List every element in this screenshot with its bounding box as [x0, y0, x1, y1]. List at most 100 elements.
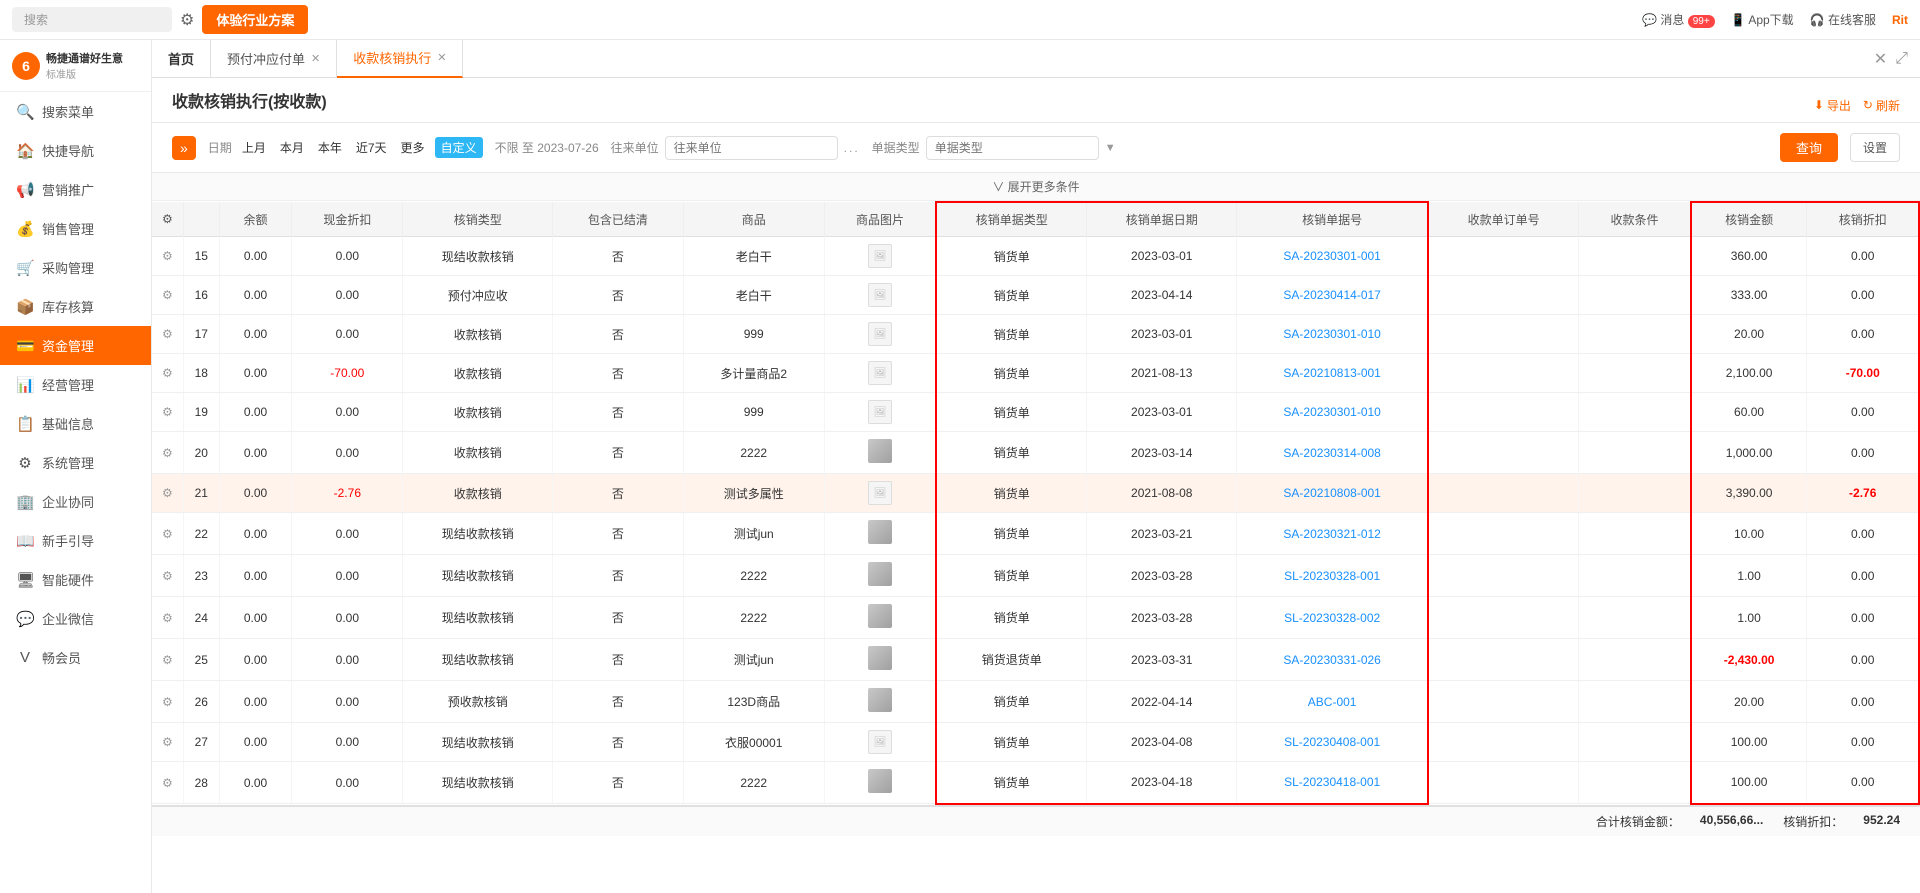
cell-no: 15 [183, 237, 219, 276]
cell-gear[interactable]: ⚙ [152, 597, 183, 639]
cell-bill-date: 2023-03-21 [1087, 513, 1237, 555]
service-link[interactable]: 🎧 在线客服 [1810, 11, 1876, 28]
cell-product: 老白干 [683, 276, 824, 315]
export-button[interactable]: ⬇ 导出 [1814, 97, 1851, 114]
cell-bill-type: 销货单 [936, 681, 1087, 723]
cell-gear[interactable]: ⚙ [152, 555, 183, 597]
cell-bill-type: 销货单 [936, 276, 1087, 315]
sidebar-item-system[interactable]: ⚙ 系统管理 [0, 443, 151, 482]
date-7days[interactable]: 近7天 [352, 137, 391, 158]
sidebar-item-finance[interactable]: 💳 资金管理 [0, 326, 151, 365]
cell-include-settled: 否 [553, 555, 683, 597]
sidebar-item-hardware[interactable]: 🖥 智能硬件 [0, 560, 151, 599]
cell-bill-type: 销货单 [936, 597, 1087, 639]
message-link[interactable]: 💬 消息 99+ [1642, 11, 1715, 28]
sidebar-item-sales[interactable]: 💰 销售管理 [0, 209, 151, 248]
tab-collection-close[interactable]: ✕ [437, 51, 446, 64]
tab-prepay-close[interactable]: ✕ [311, 52, 320, 65]
sidebar-item-corp[interactable]: 🏢 企业协同 [0, 482, 151, 521]
app-icon: 📱 [1731, 13, 1746, 27]
tab-close-all-icon[interactable]: ✕ [1874, 49, 1887, 69]
query-button[interactable]: 查询 [1780, 133, 1838, 162]
col-write-off-type: 核销类型 [403, 202, 553, 237]
cell-gear[interactable]: ⚙ [152, 639, 183, 681]
basic-icon: 📋 [16, 415, 34, 433]
sidebar-item-business[interactable]: 📊 经营管理 [0, 365, 151, 404]
cell-gear[interactable]: ⚙ [152, 276, 183, 315]
cell-bill-date: 2023-03-31 [1087, 639, 1237, 681]
sidebar-item-guide[interactable]: 📖 新手引导 [0, 521, 151, 560]
cell-gear[interactable]: ⚙ [152, 237, 183, 276]
cell-bill-no: SL-20230328-001 [1237, 555, 1429, 597]
sidebar-item-search[interactable]: 🔍 搜索菜单 [0, 92, 151, 131]
cell-gear[interactable]: ⚙ [152, 513, 183, 555]
cell-gear[interactable]: ⚙ [152, 681, 183, 723]
sidebar-label: 经营管理 [42, 375, 94, 394]
cell-product: 老白干 [683, 237, 824, 276]
cell-bill-type: 销货单 [936, 393, 1087, 432]
export-icon: ⬇ [1814, 98, 1824, 112]
cell-gear[interactable]: ⚙ [152, 432, 183, 474]
cell-gear[interactable]: ⚙ [152, 762, 183, 804]
cell-write-off-type: 收款核销 [403, 474, 553, 513]
sidebar-item-quick[interactable]: 🏠 快捷导航 [0, 131, 151, 170]
main-table: ⚙ 余额 现金折扣 核销类型 包含已结清 商品 商品图片 核销单据类型 核销单据… [152, 201, 1920, 805]
date-custom-button[interactable]: 自定义 [435, 137, 483, 158]
cell-cash-discount: -2.76 [292, 474, 403, 513]
col-gear[interactable]: ⚙ [152, 202, 183, 237]
cell-gear[interactable]: ⚙ [152, 474, 183, 513]
sidebar-label: 快捷导航 [42, 141, 94, 160]
expand-more-bar[interactable]: ∨ 展开更多条件 [152, 173, 1920, 201]
cell-gear[interactable]: ⚙ [152, 723, 183, 762]
cell-product: 999 [683, 393, 824, 432]
sidebar-label: 基础信息 [42, 414, 94, 433]
cell-write-off-discount: 0.00 [1807, 555, 1919, 597]
table-row: ⚙ 20 0.00 0.00 收款核销 否 2222 销货单 2023-03-1… [152, 432, 1919, 474]
sidebar-item-basic[interactable]: 📋 基础信息 [0, 404, 151, 443]
sidebar-item-marketing[interactable]: 📢 营销推广 [0, 170, 151, 209]
sidebar-logo: 6 畅捷通谱好生意 标准版 [0, 40, 151, 92]
tab-prepay[interactable]: 预付冲应付单 ✕ [211, 40, 337, 78]
cell-gear[interactable]: ⚙ [152, 393, 183, 432]
tab-collection[interactable]: 收款核销执行 ✕ [337, 40, 463, 78]
voucher-dropdown-icon[interactable]: ▼ [1105, 142, 1116, 154]
cell-receipt-condition [1579, 393, 1691, 432]
tab-expand-icon[interactable]: ⤢ [1895, 50, 1908, 68]
tab-home[interactable]: 首页 [152, 40, 211, 78]
cell-include-settled: 否 [553, 723, 683, 762]
cell-include-settled: 否 [553, 681, 683, 723]
cell-include-settled: 否 [553, 354, 683, 393]
sidebar-item-wechat[interactable]: 💬 企业微信 [0, 599, 151, 638]
business-icon: 📊 [16, 376, 34, 394]
col-include-settled: 包含已结清 [553, 202, 683, 237]
date-last-month[interactable]: 上月 [238, 137, 270, 158]
sidebar-item-purchase[interactable]: 🛒 采购管理 [0, 248, 151, 287]
sidebar-item-member[interactable]: V 畅会员 [0, 638, 151, 677]
cell-balance: 0.00 [219, 474, 291, 513]
cell-write-off-discount: 0.00 [1807, 762, 1919, 804]
date-more[interactable]: 更多 [397, 137, 429, 158]
app-download-link[interactable]: 📱 App下载 [1731, 11, 1794, 28]
sidebar-item-inventory[interactable]: 📦 库存核算 [0, 287, 151, 326]
cell-include-settled: 否 [553, 237, 683, 276]
cell-write-off-type: 现结收款核销 [403, 639, 553, 681]
cell-gear[interactable]: ⚙ [152, 315, 183, 354]
date-this-year[interactable]: 本年 [314, 137, 346, 158]
cell-product: 测试jun [683, 513, 824, 555]
cell-product-img [824, 432, 936, 474]
cell-gear[interactable]: ⚙ [152, 354, 183, 393]
gear-icon[interactable]: ⚙ [180, 10, 194, 30]
date-this-month[interactable]: 本月 [276, 137, 308, 158]
filter-toggle-button[interactable]: » [172, 136, 196, 160]
solution-button[interactable]: 体验行业方案 [202, 5, 308, 34]
sidebar: 6 畅捷通谱好生意 标准版 🔍 搜索菜单 🏠 快捷导航 📢 营销推广 💰 销售管… [0, 40, 152, 893]
table-footer: 合计核销金额： 40,556,66... 核销折扣： 952.24 [152, 805, 1920, 836]
cell-bill-type: 销货单 [936, 474, 1087, 513]
cell-receipt-order-no [1428, 681, 1579, 723]
search-placeholder[interactable]: 搜索 [12, 7, 172, 32]
partner-input[interactable] [665, 136, 838, 160]
refresh-button[interactable]: ↻ 刷新 [1863, 97, 1900, 114]
setting-button[interactable]: 设置 [1850, 133, 1900, 162]
cell-write-off-amount: 60.00 [1691, 393, 1807, 432]
voucher-type-input[interactable] [926, 136, 1099, 160]
